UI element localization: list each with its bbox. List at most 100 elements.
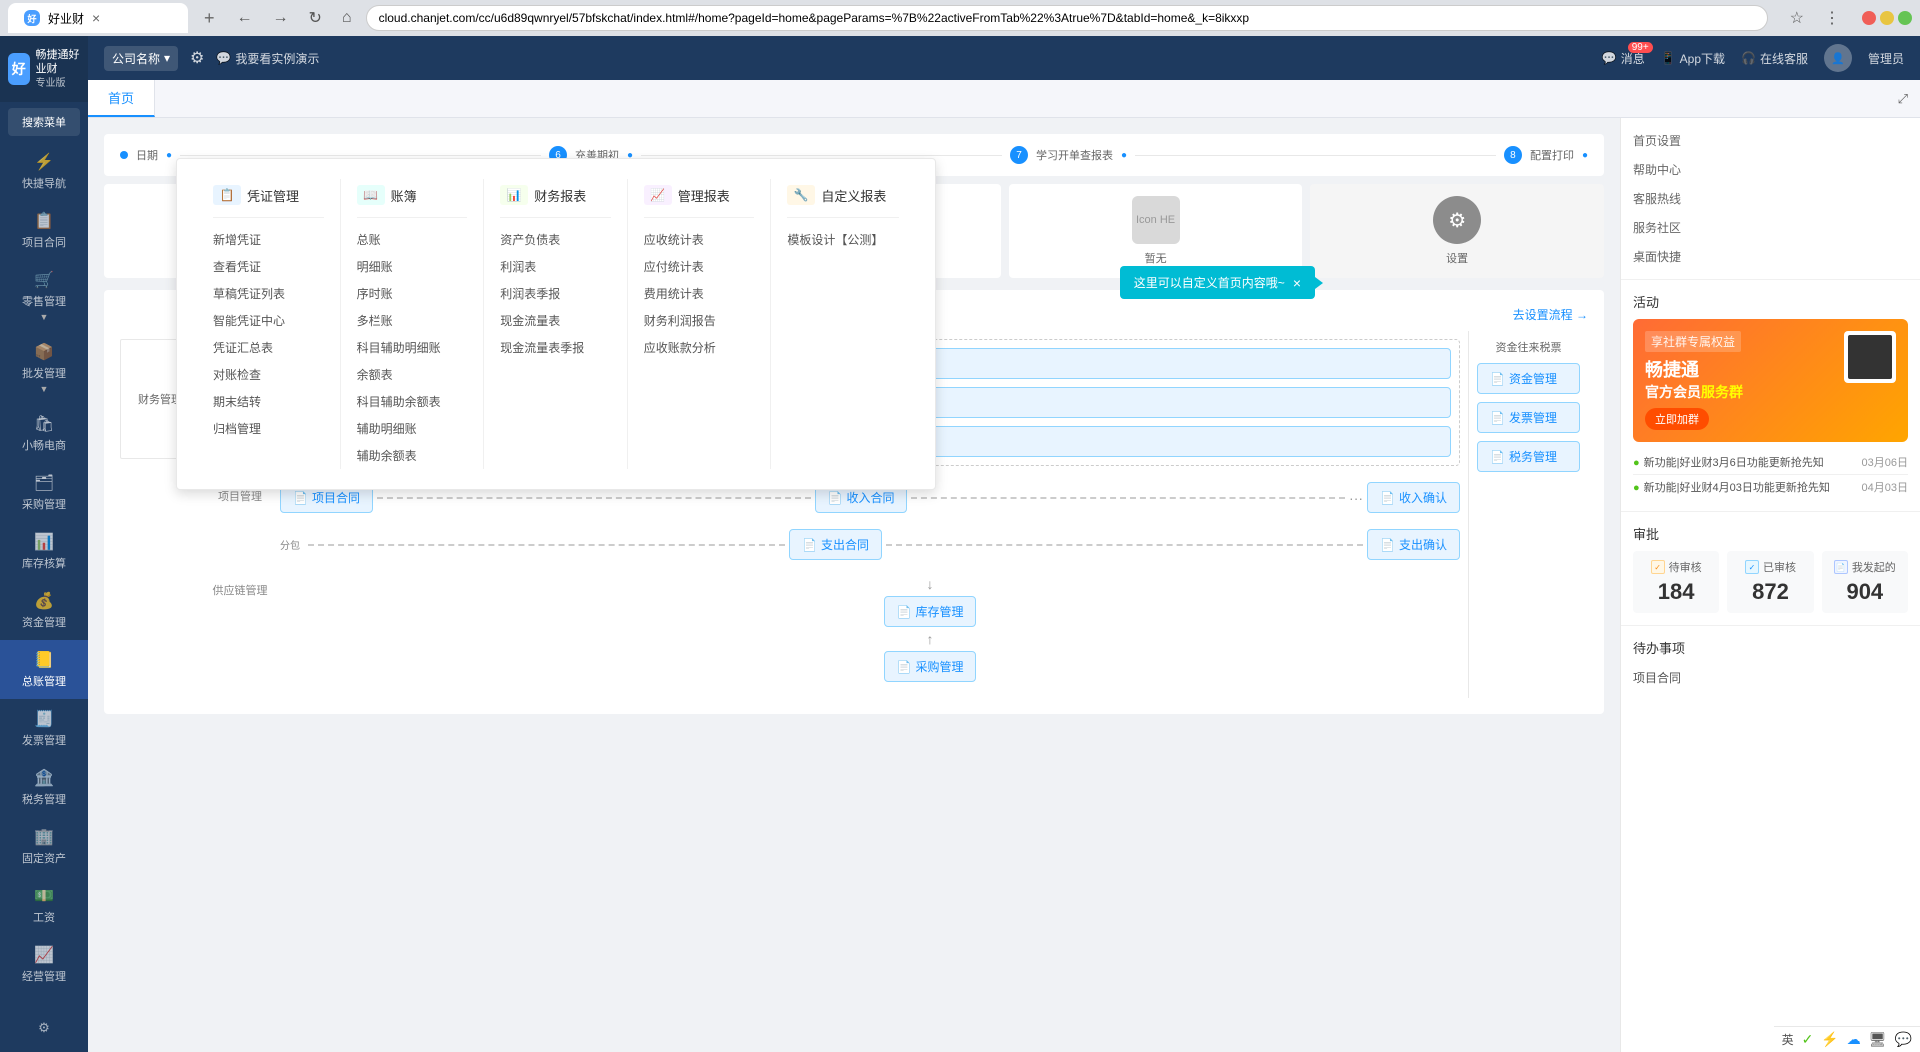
wf-inventory-mgmt[interactable]: 📄 库存管理 <box>884 596 977 627</box>
icon-card-4[interactable]: Icon HE 暂无 <box>1009 184 1303 278</box>
wf-invoice-mgmt[interactable]: 📄 发票管理 <box>1477 402 1580 433</box>
back-btn[interactable]: ← <box>231 7 259 29</box>
win-max-btn[interactable] <box>1898 11 1912 25</box>
tab-expand-btn[interactable]: ⤢ <box>1886 83 1920 115</box>
win-min-btn[interactable] <box>1880 11 1894 25</box>
bottom-lang-btn[interactable]: 英 <box>1782 1031 1794 1048</box>
right-nav-community[interactable]: 服务社区 <box>1621 213 1920 242</box>
bottom-cloud-btn[interactable]: ☁ <box>1847 1031 1861 1048</box>
sidebar-item-inventory[interactable]: 📊 库存核算 <box>0 522 88 581</box>
online-service-btn[interactable]: 🎧 在线客服 <box>1741 50 1808 67</box>
right-nav-home-settings[interactable]: 首页设置 <box>1621 126 1920 155</box>
dropdown-item-template-design[interactable]: 模板设计【公测】 <box>787 226 899 253</box>
sidebar-item-capital[interactable]: 💰 资金管理 <box>0 581 88 640</box>
wf-tax-mgmt[interactable]: 📄 税务管理 <box>1477 441 1580 472</box>
topbar-settings-btn[interactable]: ⚙ <box>190 48 204 68</box>
dropdown-item-reconcile[interactable]: 对账检查 <box>213 361 324 388</box>
wf-income-confirm[interactable]: 📄 收入确认 <box>1367 482 1460 513</box>
app-download-btn[interactable]: 📱 App下载 <box>1661 50 1725 67</box>
sidebar-item-fixed-assets[interactable]: 🏢 固定资产 <box>0 817 88 876</box>
browser-tab[interactable]: 好 好业财 × <box>8 3 188 33</box>
dropdown-item-income-stmt[interactable]: 利润表 <box>500 253 611 280</box>
dropdown-item-expense-stats[interactable]: 费用统计表 <box>644 280 755 307</box>
new-tab-btn[interactable]: + <box>196 8 223 29</box>
dropdown-item-profit-report[interactable]: 财务利润报告 <box>644 307 755 334</box>
url-bar[interactable] <box>366 5 1768 31</box>
dropdown-item-payable-stats[interactable]: 应付统计表 <box>644 253 755 280</box>
sidebar-item-ecommerce[interactable]: 🛍 小畅电商 <box>0 404 88 463</box>
wf-expense-confirm[interactable]: 📄 支出确认 <box>1367 529 1460 560</box>
username-display[interactable]: 管理员 <box>1868 50 1904 67</box>
refresh-btn[interactable]: ↻ <box>303 6 328 30</box>
dropdown-item-balance-sheet[interactable]: 资产负债表 <box>500 226 611 253</box>
news-item-1[interactable]: ●新功能|好业财3月6日功能更新抢先知 03月06日 <box>1633 450 1908 475</box>
sidebar-item-retail[interactable]: 🛒 零售管理 ▼ <box>0 260 88 332</box>
sidebar-item-marketing[interactable]: 📣 小畅营销 <box>0 994 88 1004</box>
dropdown-item-aux-balance[interactable]: 辅助余额表 <box>357 442 468 469</box>
wf-purchase-mgmt[interactable]: 📄 采购管理 <box>884 651 977 682</box>
dropdown-item-subject-detail[interactable]: 科目辅助明细账 <box>357 334 468 361</box>
dropdown-item-receivable-analysis[interactable]: 应收账款分析 <box>644 334 755 361</box>
right-nav-help[interactable]: 帮助中心 <box>1621 155 1920 184</box>
setup-flow-link[interactable]: 去设置流程 → <box>1513 306 1588 323</box>
sidebar-settings-btn[interactable]: ⚙ <box>30 1012 58 1044</box>
win-close-btn[interactable] <box>1862 11 1876 25</box>
activity-banner[interactable]: 享社群专属权益 畅捷通 官方会员服务群 立即加群 <box>1633 319 1908 442</box>
news-item-2[interactable]: ●新功能|好业财4月03日功能更新抢先知 04月03日 <box>1633 475 1908 499</box>
pending-item-project-contract[interactable]: 项目合同 <box>1633 665 1908 690</box>
dropdown-item-smart-voucher[interactable]: 智能凭证中心 <box>213 307 324 334</box>
dropdown-item-aux-detail[interactable]: 辅助明细账 <box>357 415 468 442</box>
dropdown-item-voucher-summary[interactable]: 凭证汇总表 <box>213 334 324 361</box>
wf-capital-mgmt[interactable]: 📄 资金管理 <box>1477 363 1580 394</box>
tab-close-btn[interactable]: × <box>92 10 100 26</box>
dropdown-item-chronological[interactable]: 序时账 <box>357 280 468 307</box>
bookmark-btn[interactable]: ☆ <box>1784 6 1810 30</box>
search-menu-btn[interactable]: 搜索菜单 <box>8 108 80 136</box>
approval-card-approved[interactable]: ✓ 已审核 872 <box>1727 551 1813 613</box>
sidebar-item-invoice[interactable]: 🧾 发票管理 <box>0 699 88 758</box>
bottom-lightning-btn[interactable]: ⚡ <box>1821 1031 1838 1048</box>
dropdown-item-multi-column[interactable]: 多栏账 <box>357 307 468 334</box>
dropdown-item-archive[interactable]: 归档管理 <box>213 415 324 442</box>
message-btn[interactable]: 💬 消息 99+ <box>1602 50 1645 67</box>
company-selector[interactable]: 公司名称 ▾ <box>104 46 178 71</box>
sidebar-item-purchase[interactable]: 🗂 采购管理 <box>0 463 88 522</box>
dropdown-item-subject-balance[interactable]: 科目辅助余额表 <box>357 388 468 415</box>
dropdown-item-detail-ledger[interactable]: 明细账 <box>357 253 468 280</box>
dropdown-item-cashflow-quarterly[interactable]: 现金流量表季报 <box>500 334 611 361</box>
dropdown-item-general-ledger[interactable]: 总账 <box>357 226 468 253</box>
right-nav-hotline[interactable]: 客服热线 <box>1621 184 1920 213</box>
sidebar-item-quick-nav[interactable]: ⚡ 快捷导航 <box>0 142 88 201</box>
wf-expense-contract[interactable]: 📄 支出合同 <box>789 529 882 560</box>
sidebar-logo[interactable]: 好 畅捷通好业财 专业版 <box>0 36 88 102</box>
sidebar-item-accounting[interactable]: 📒 总账管理 <box>0 640 88 699</box>
forward-btn[interactable]: → <box>267 7 295 29</box>
right-nav-desktop[interactable]: 桌面快捷 <box>1621 242 1920 271</box>
dropdown-item-draft-voucher[interactable]: 草稿凭证列表 <box>213 280 324 307</box>
dropdown-item-cashflow[interactable]: 现金流量表 <box>500 307 611 334</box>
home-btn[interactable]: ⌂ <box>336 7 358 29</box>
customize-tip-close-btn[interactable]: × <box>1293 275 1301 291</box>
dropdown-item-receivable-stats[interactable]: 应收统计表 <box>644 226 755 253</box>
approval-card-pending[interactable]: ✓ 待审核 184 <box>1633 551 1719 613</box>
dropdown-item-period-end[interactable]: 期末结转 <box>213 388 324 415</box>
bottom-chat-btn[interactable]: 💬 <box>1895 1031 1912 1048</box>
sidebar-item-project[interactable]: 📋 项目合同 <box>0 201 88 260</box>
sidebar-item-ops[interactable]: 📈 经营管理 <box>0 935 88 994</box>
menu-btn[interactable]: ⋮ <box>1818 6 1846 30</box>
sidebar-item-wholesale[interactable]: 📦 批发管理 ▼ <box>0 332 88 404</box>
approval-card-initiated[interactable]: 📄 我发起的 904 <box>1822 551 1908 613</box>
join-group-btn[interactable]: 立即加群 <box>1645 408 1709 430</box>
dropdown-item-balance-table[interactable]: 余额表 <box>357 361 468 388</box>
dropdown-item-view-voucher[interactable]: 查看凭证 <box>213 253 324 280</box>
bottom-check-btn[interactable]: ✓ <box>1802 1031 1814 1048</box>
dropdown-item-income-quarterly[interactable]: 利润表季报 <box>500 280 611 307</box>
tab-home[interactable]: 首页 <box>88 80 155 117</box>
bottom-monitor-btn[interactable]: 🖥 <box>1869 1031 1887 1048</box>
dropdown-item-new-voucher[interactable]: 新增凭证 <box>213 226 324 253</box>
sidebar-item-payroll[interactable]: 💵 工资 <box>0 876 88 935</box>
sidebar-item-tax[interactable]: 🏦 税务管理 <box>0 758 88 817</box>
demo-link[interactable]: 💬 我要看实例演示 <box>216 50 319 67</box>
icon-card-settings[interactable]: ⚙ 设置 <box>1310 184 1604 278</box>
user-avatar[interactable]: 👤 <box>1824 44 1852 72</box>
